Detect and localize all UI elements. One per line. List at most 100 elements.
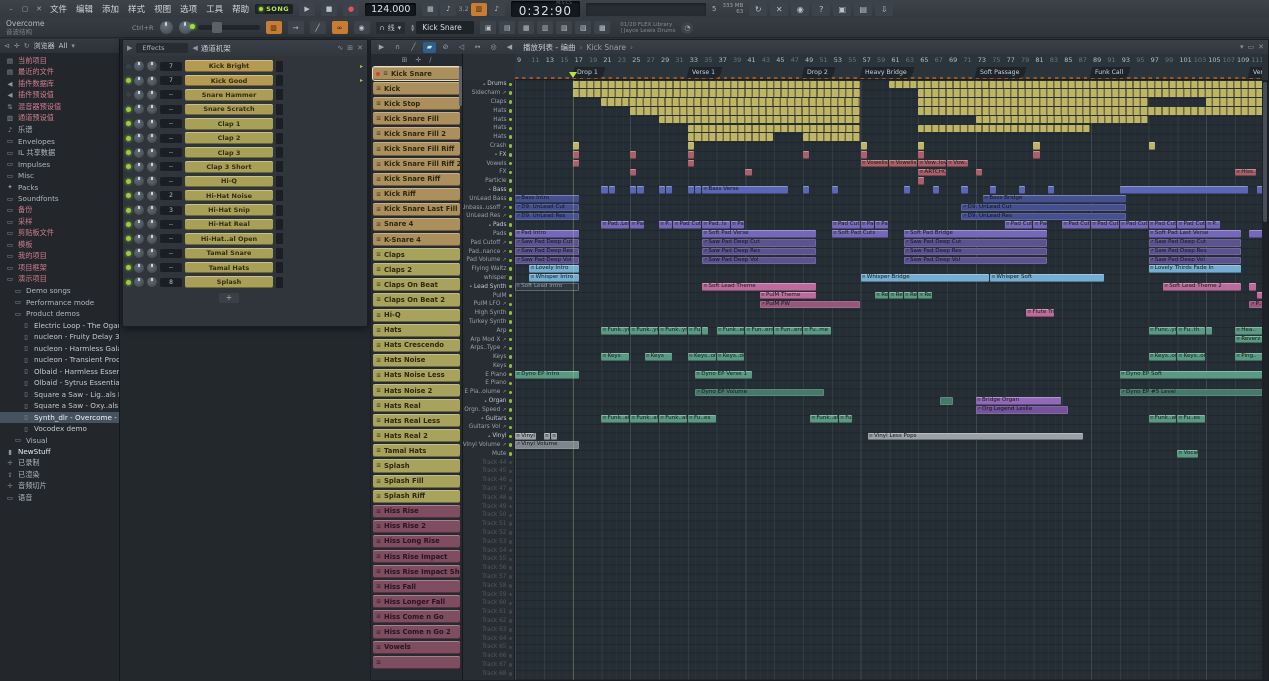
dense-pattern-clips[interactable]: [687, 133, 774, 141]
track-row[interactable]: Orgn. Speed ↗: [463, 405, 514, 414]
pattern-clip[interactable]: ≡Whisper Soft: [990, 274, 1105, 282]
pattern-clip[interactable]: ≡Fu..me: [803, 327, 831, 335]
close-icon[interactable]: ✕: [34, 5, 44, 13]
pattern-clip[interactable]: [803, 186, 810, 194]
track-mute-led[interactable]: [508, 672, 512, 676]
pattern-clip[interactable]: ≡Vow..love: [918, 159, 946, 168]
channel-mute-led[interactable]: [126, 135, 131, 141]
track-mute-led[interactable]: [508, 601, 512, 606]
automation-clip[interactable]: ↗D9. UnLead Cut: [961, 203, 1126, 212]
pattern-item[interactable]: ≡ Kick Snare: [371, 66, 462, 82]
pl-max-icon[interactable]: ▭: [1248, 43, 1255, 51]
browser-item[interactable]: ▭ 演示项目: [0, 274, 119, 286]
time-display[interactable]: M:S:CS 0:32:90: [510, 1, 581, 17]
pattern-item[interactable]: ≡ Hiss Rise: [371, 504, 462, 519]
pattern-clip[interactable]: [1019, 186, 1026, 194]
pattern-clip[interactable]: ≡Vocal Ro: [1177, 450, 1198, 458]
pl-close-icon[interactable]: ✕: [1258, 43, 1264, 51]
pl-zoom-icon[interactable]: ◎: [487, 42, 500, 53]
track-row[interactable]: ▴ FX: [463, 150, 514, 159]
track-mute-led[interactable]: [508, 179, 512, 183]
pattern-item[interactable]: ≡ Hats Noise Less: [371, 368, 462, 383]
pattern-clip[interactable]: ≡Funk..ynth: [630, 327, 658, 335]
metronome-icon[interactable]: ♪: [440, 2, 457, 16]
pattern-clip[interactable]: ≡Reverz: [1235, 335, 1263, 344]
pattern-clip[interactable]: [630, 168, 637, 177]
track-row[interactable]: Track 51: [463, 520, 514, 529]
track-mute-led[interactable]: [508, 654, 512, 658]
channel-mute-led[interactable]: [126, 221, 131, 227]
pattern-item[interactable]: ≡ Kick Stop: [371, 96, 462, 111]
channel-pan-knob[interactable]: [134, 190, 144, 201]
playlist-grid[interactable]: ≡Vowelis≡Vowelis≡Vow..love≡Vow..rell≡ART…: [515, 80, 1263, 680]
track-row[interactable]: PulM LFO ↗: [463, 300, 514, 309]
piano-roll-icon[interactable]: ▤: [499, 21, 516, 34]
track-row[interactable]: Crash: [463, 142, 514, 151]
automation-clip[interactable]: ↗Dyno EP Volume: [695, 388, 824, 397]
channel-mute-led[interactable]: [126, 92, 131, 98]
automation-clip[interactable]: ↗Saw Pad Deep Vol: [702, 256, 817, 265]
track-row[interactable]: Unbass..usoff ↗: [463, 203, 514, 212]
channel-mute-led[interactable]: [126, 236, 131, 242]
channel-volume-knob[interactable]: [147, 75, 157, 86]
rack-grid-icon[interactable]: ⊞: [347, 44, 353, 52]
channel-mute-led[interactable]: [126, 164, 131, 170]
pattern-clip[interactable]: ≡Soft Lead Theme: [702, 283, 817, 291]
browser-toggle-icon[interactable]: ▨: [556, 21, 573, 34]
song-pattern-toggle[interactable]: SONG: [255, 4, 294, 14]
group-arrow-icon[interactable]: ▴: [489, 187, 491, 192]
track-mute-led[interactable]: [508, 408, 512, 412]
pattern-clip[interactable]: [1148, 142, 1155, 150]
channel-volume-knob[interactable]: [147, 262, 157, 273]
pattern-item[interactable]: ≡ Hats Noise: [371, 353, 462, 368]
group-arrow-icon[interactable]: ▴: [483, 82, 485, 87]
pattern-clip[interactable]: ≡Fun..erse: [774, 327, 802, 335]
track-row[interactable]: Turkey Synth: [463, 318, 514, 327]
pattern-item[interactable]: ≡ Hats Real: [371, 398, 462, 413]
pattern-item[interactable]: ≡ Hats Real 2: [371, 428, 462, 443]
channel-target-display[interactable]: --: [160, 133, 182, 143]
pattern-clip[interactable]: [1047, 186, 1054, 194]
rack-play-icon[interactable]: ▶: [127, 44, 132, 52]
track-row[interactable]: Track 50: [463, 511, 514, 520]
channel-mute-led[interactable]: [126, 265, 131, 271]
track-mute-led[interactable]: [508, 381, 512, 386]
automation-clip[interactable]: ↗D9. UnLead Cut: [515, 203, 579, 212]
pattern-clip[interactable]: ≡PulM Theme: [759, 291, 817, 300]
browser-item[interactable]: ▭ Visual: [0, 435, 119, 447]
track-mute-led[interactable]: [508, 443, 512, 447]
pattern-clip[interactable]: ≡Fu..es: [687, 415, 716, 423]
window-controls[interactable]: – ▢ ✕: [6, 5, 44, 13]
channel-volume-knob[interactable]: [147, 248, 157, 259]
dense-pattern-clips[interactable]: [918, 98, 1148, 106]
pattern-clip[interactable]: ≡Dyno EP Intro: [515, 371, 579, 379]
pattern-clip[interactable]: [687, 186, 694, 194]
browser-item[interactable]: ♪ 乐谱: [0, 124, 119, 136]
channel-pan-knob[interactable]: [134, 147, 144, 158]
track-row[interactable]: Particle: [463, 177, 514, 186]
pattern-clip[interactable]: ≡Soft Pad Last Verse: [1148, 230, 1242, 238]
pattern-clip[interactable]: ≡Pad Intro: [515, 230, 579, 238]
pattern-clip[interactable]: [860, 151, 867, 159]
picker-line-icon[interactable]: ∕: [429, 56, 431, 64]
pattern-scrollbar[interactable]: [459, 66, 462, 106]
slider-thumb[interactable]: [211, 22, 222, 33]
refresh-icon[interactable]: ↻: [24, 42, 30, 50]
pattern-clip[interactable]: ≡Bass Bridge: [983, 195, 1126, 203]
pattern-clip[interactable]: [601, 186, 608, 194]
track-row[interactable]: Track 60: [463, 599, 514, 608]
pattern-clip[interactable]: ≡Pad Cuts: [1148, 221, 1177, 229]
track-row[interactable]: Track 57: [463, 573, 514, 582]
track-row[interactable]: Hats: [463, 124, 514, 133]
browser-item[interactable]: ▯ Square a Saw - Oxy..als Resynthesized): [0, 400, 119, 412]
pl-speaker-icon[interactable]: ◀: [503, 42, 516, 53]
channel-pan-knob[interactable]: [134, 104, 144, 115]
track-row[interactable]: Arp: [463, 326, 514, 335]
graph-editor-icon[interactable]: ∿: [337, 44, 343, 52]
browser-item[interactable]: ▭ 采样: [0, 216, 119, 228]
track-row[interactable]: FX: [463, 168, 514, 177]
group-arrow-icon[interactable]: ▴: [488, 434, 490, 439]
channel-mute-led[interactable]: [126, 150, 131, 156]
track-mute-led[interactable]: [508, 276, 512, 280]
channel-mute-led[interactable]: [126, 63, 131, 69]
